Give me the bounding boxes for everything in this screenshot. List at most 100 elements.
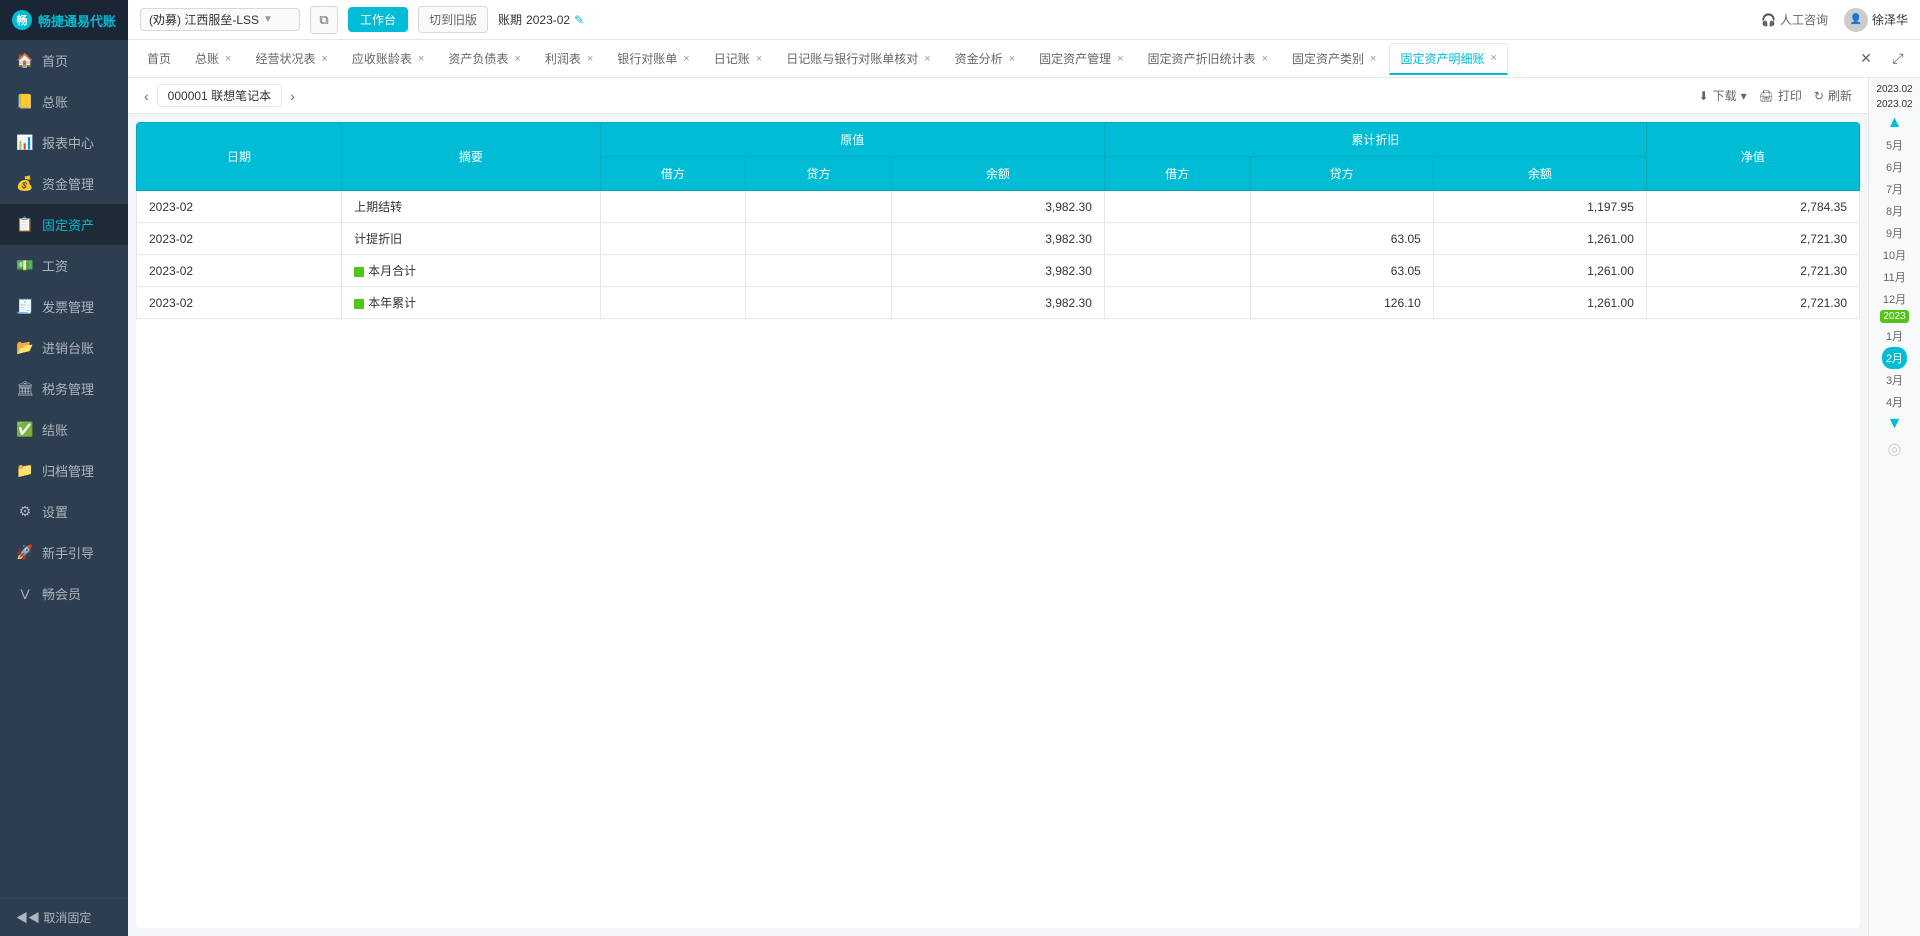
sidebar-label-payroll: 工资 (42, 256, 68, 275)
timeline-month[interactable]: 2月 (1882, 347, 1907, 369)
sidebar-item-settings[interactable]: ⚙设置 (0, 491, 128, 532)
sidebar-footer[interactable]: ◀◀ 取消固定 (0, 898, 128, 936)
sidebar-item-tax-management[interactable]: 🏛 税务管理 (0, 368, 128, 409)
timeline-panel: 2023.02 2023.02 ▲ 5月6月7月8月9月10月11月12月 20… (1868, 78, 1920, 936)
period-edit-icon[interactable]: ✎ (574, 13, 584, 27)
sidebar-item-fund-management[interactable]: 💰资金管理 (0, 163, 128, 204)
timeline-month[interactable]: 9月 (1879, 222, 1910, 244)
tab-business-status[interactable]: 经营状况表× (244, 43, 338, 74)
user-info[interactable]: 👤 徐泽华 (1844, 8, 1908, 32)
cell-ov-credit (746, 191, 892, 223)
tab-journal-bank-check[interactable]: 日记账与银行对账单核对 × (775, 43, 941, 74)
tab-close-fa-management[interactable]: × (1117, 53, 1123, 65)
cell-ad-credit: 63.05 (1250, 255, 1433, 287)
avatar: 👤 (1844, 8, 1868, 32)
tag-green (354, 267, 364, 277)
human-service-label: 人工咨询 (1780, 11, 1828, 28)
workbench-button[interactable]: 工作台 (348, 7, 408, 32)
timeline-month[interactable]: 6月 (1879, 156, 1910, 178)
tab-fa-category[interactable]: 固定资产类别× (1281, 43, 1387, 74)
refresh-icon: ↻ (1814, 89, 1824, 103)
tab-close-fa-detail[interactable]: × (1490, 52, 1496, 64)
sidebar-item-fixed-assets[interactable]: 📋固定资产 (0, 204, 128, 245)
period-info: 账期 2023-02 ✎ (498, 11, 584, 28)
timeline-month[interactable]: 4月 (1882, 391, 1907, 413)
refresh-button[interactable]: ↻ 刷新 (1814, 87, 1852, 104)
sidebar-item-general-ledger[interactable]: 📒总账 (0, 81, 128, 122)
print-label: 打印 (1778, 87, 1802, 104)
timeline-month[interactable]: 7月 (1879, 178, 1910, 200)
tab-close-fa-depreciation-stats[interactable]: × (1262, 53, 1268, 65)
print-button[interactable]: 🖨 打印 (1759, 87, 1802, 104)
tab-journal[interactable]: 日记账× (703, 43, 773, 74)
sidebar-item-payroll[interactable]: 💵工资 (0, 245, 128, 286)
tab-close-receivables[interactable]: × (418, 53, 424, 65)
switch-old-button[interactable]: 切到旧版 (418, 6, 488, 33)
logo-icon: 畅 (12, 10, 32, 30)
timeline-top-date-2: 2023.02 (1876, 97, 1912, 112)
tab-profit-statement[interactable]: 利润表× (534, 43, 604, 74)
timeline-month[interactable]: 10月 (1879, 244, 1910, 266)
col-original-value: 原值 (600, 123, 1104, 157)
sidebar-item-archive-management[interactable]: 📁归档管理 (0, 450, 128, 491)
cell-net-value: 2,721.30 (1646, 223, 1859, 255)
cell-date: 2023-02 (137, 191, 342, 223)
tab-close-bank-statement[interactable]: × (683, 53, 689, 65)
timeline-month[interactable]: 12月 (1879, 288, 1910, 310)
tab-fund-analysis[interactable]: 资金分析× (944, 43, 1026, 74)
year-badge: 2023 (1880, 310, 1908, 323)
tab-close-business-status[interactable]: × (321, 53, 327, 65)
sidebar-item-settlement[interactable]: ✅结账 (0, 409, 128, 450)
close-all-tabs-button[interactable]: ✕ (1852, 45, 1880, 73)
timeline-down-button[interactable]: ▼ (1885, 413, 1905, 435)
tab-close-journal-bank-check[interactable]: × (924, 53, 930, 65)
cell-date: 2023-02 (137, 255, 342, 287)
tab-close-balance-sheet[interactable]: × (514, 53, 520, 65)
tab-fa-detail[interactable]: 固定资产明细账× (1389, 43, 1507, 75)
table-row: 2023-02 上期结转 3,982.30 1,197.95 2,784.35 (137, 191, 1860, 223)
copy-button[interactable]: ⧉ (310, 6, 338, 34)
timeline-up-button[interactable]: ▲ (1885, 112, 1905, 134)
tab-bank-statement[interactable]: 银行对账单× (606, 43, 700, 74)
tab-balance-sheet[interactable]: 资产负债表 × (437, 43, 531, 74)
tab-fa-depreciation-stats[interactable]: 固定资产折旧统计表× (1137, 43, 1279, 74)
sidebar-label-tax-management: 税务管理 (42, 379, 94, 398)
tab-label-balance-sheet: 资产负债表 (448, 50, 508, 67)
tab-receivables[interactable]: 应收账龄表× (341, 43, 435, 74)
tab-close-fund-analysis[interactable]: × (1009, 53, 1015, 65)
maximize-button[interactable]: ⤢ (1884, 45, 1912, 73)
tab-close-journal[interactable]: × (756, 53, 762, 65)
sidebar-item-vip[interactable]: V畅会员 (0, 573, 128, 614)
sidebar-label-settings: 设置 (42, 502, 68, 521)
timeline-month[interactable]: 3月 (1882, 369, 1907, 391)
cell-ov-balance: 3,982.30 (891, 191, 1104, 223)
timeline-month[interactable]: 8月 (1879, 200, 1910, 222)
tab-close-fa-category[interactable]: × (1370, 53, 1376, 65)
human-service-button[interactable]: 🎧 人工咨询 (1761, 11, 1828, 28)
sub-nav: ‹ 000001 联想笔记本 › ⬇ 下载 ▾ 🖨 打印 (128, 78, 1868, 114)
tab-fa-management[interactable]: 固定资产管理× (1028, 43, 1134, 74)
asset-tag: 000001 联想笔记本 (157, 84, 282, 107)
company-selector[interactable]: (劝募) 江西服垒-LSS ▼ (140, 8, 300, 31)
sidebar-item-home[interactable]: 🏠首页 (0, 40, 128, 81)
tab-close-profit-statement[interactable]: × (587, 53, 593, 65)
tab-close-general-ledger[interactable]: × (225, 53, 231, 65)
sidebar-item-report-center[interactable]: 📊报表中心 (0, 122, 128, 163)
timeline-month[interactable]: 5月 (1879, 134, 1910, 156)
cell-ad-debit (1104, 255, 1250, 287)
sidebar-icon-tax-management: 🏛 (16, 380, 34, 397)
sidebar-logo: 畅 畅捷通易代账 (0, 0, 128, 40)
tab-home[interactable]: 首页 (136, 43, 182, 74)
tab-label-journal-bank-check: 日记账与银行对账单核对 (786, 50, 918, 67)
nav-prev-arrow[interactable]: ‹ (144, 88, 149, 104)
sidebar-nav: 🏠首页📒总账📊报表中心💰资金管理📋固定资产💵工资🧾发票管理📂进销台账 🏛 税务管理 ✅… (0, 40, 128, 898)
sidebar-item-beginner-guide[interactable]: 🚀新手引导 (0, 532, 128, 573)
download-button[interactable]: ⬇ 下载 ▾ (1699, 87, 1747, 104)
table-row: 2023-02 本年累计 3,982.30 126.10 1,261.00 2,… (137, 287, 1860, 319)
sidebar-item-sales-ledger[interactable]: 📂进销台账 (0, 327, 128, 368)
nav-next-arrow[interactable]: › (290, 88, 295, 104)
tab-general-ledger[interactable]: 总账× (184, 43, 242, 74)
timeline-month[interactable]: 1月 (1882, 325, 1907, 347)
timeline-month[interactable]: 11月 (1879, 266, 1910, 288)
sidebar-item-invoice-management[interactable]: 🧾发票管理 (0, 286, 128, 327)
